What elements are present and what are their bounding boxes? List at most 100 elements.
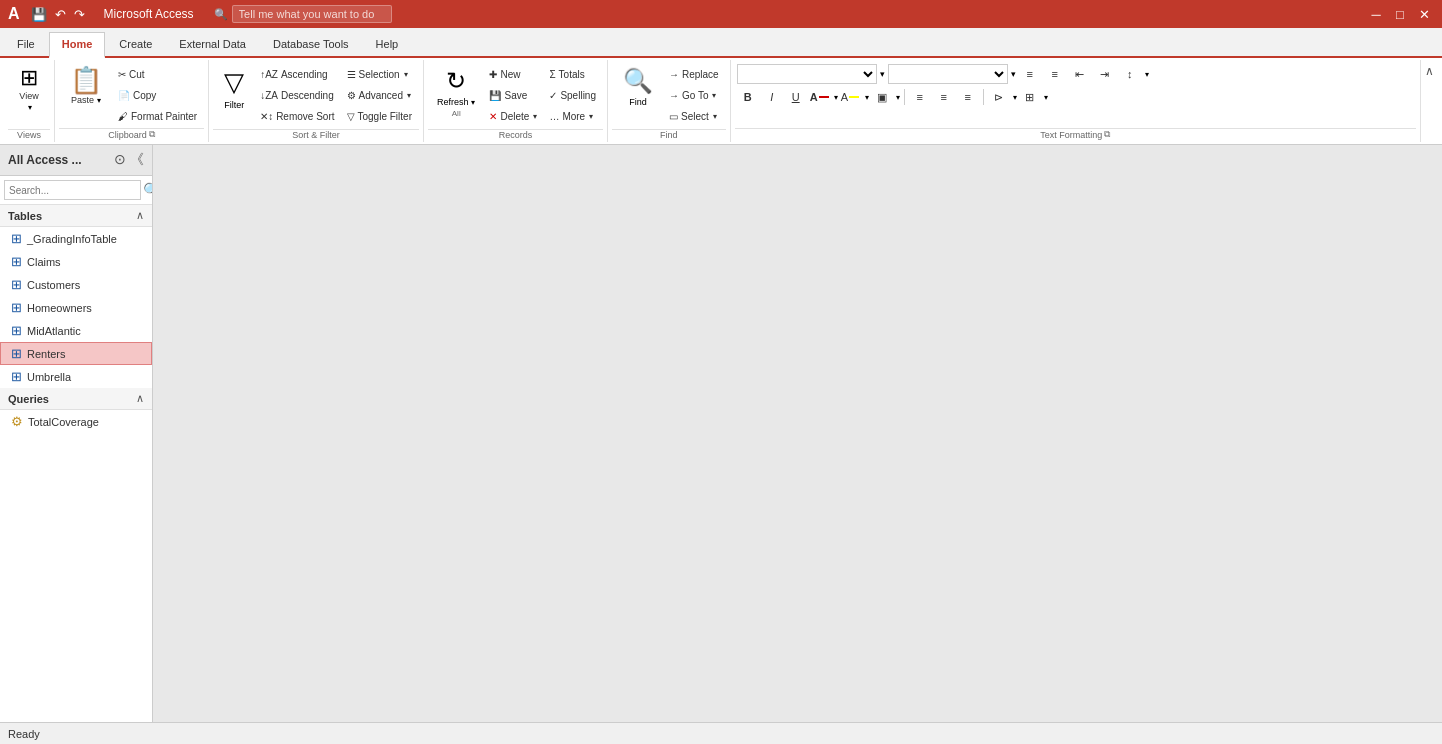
- nav-item-renters[interactable]: ⊞ Renters: [0, 342, 152, 365]
- nav-item-totalcoverage[interactable]: ⚙ TotalCoverage: [0, 410, 152, 433]
- align-right-button[interactable]: ≡: [957, 87, 979, 107]
- nav-item-umbrella[interactable]: ⊞ Umbrella: [0, 365, 152, 388]
- font-color-button[interactable]: A: [809, 87, 831, 107]
- toggle-filter-button[interactable]: ▽ Toggle Filter: [342, 106, 417, 126]
- highlight-button[interactable]: A: [840, 87, 862, 107]
- align-center-button[interactable]: ≡: [933, 87, 955, 107]
- nav-item-customers[interactable]: ⊞ Customers: [0, 273, 152, 296]
- underline-button[interactable]: U: [785, 87, 807, 107]
- nav-pane-title: All Access ...: [8, 153, 82, 167]
- queries-section-header[interactable]: Queries ∧: [0, 388, 152, 410]
- nav-item-midatlantic[interactable]: ⊞ MidAtlantic: [0, 319, 152, 342]
- tab-home[interactable]: Home: [49, 32, 106, 58]
- line-spacing-button[interactable]: ↕: [1119, 64, 1141, 84]
- new-record-button[interactable]: ✚ New: [484, 64, 542, 84]
- select-label: Select: [681, 111, 709, 122]
- background-color-button[interactable]: ▣: [871, 87, 893, 107]
- redo-quick-btn[interactable]: ↷: [71, 5, 88, 24]
- totals-button[interactable]: Σ Totals: [544, 64, 601, 84]
- tab-external-data[interactable]: External Data: [166, 32, 259, 56]
- minimize-button[interactable]: ─: [1366, 4, 1386, 24]
- advanced-button[interactable]: ⚙ Advanced ▾: [342, 85, 417, 105]
- tab-file[interactable]: File: [4, 32, 48, 56]
- ribbon-group-sort-filter: ▽ Filter ↑AZ Ascending ↓ZA Descending ✕↕…: [209, 60, 424, 142]
- maximize-button[interactable]: □: [1390, 4, 1410, 24]
- bold-button[interactable]: B: [737, 87, 759, 107]
- descending-button[interactable]: ↓ZA Descending: [255, 85, 339, 105]
- refresh-all-label: Refresh: [437, 97, 469, 107]
- filter-label: Filter: [224, 100, 244, 110]
- collapse-ribbon-button[interactable]: ∧: [1423, 62, 1436, 80]
- numbered-list-button[interactable]: ≡: [1044, 64, 1066, 84]
- title-bar-left: A 💾 ↶ ↷ Microsoft Access: [8, 5, 194, 24]
- spelling-button[interactable]: ✓ Spelling: [544, 85, 601, 105]
- delete-icon: ✕: [489, 111, 497, 122]
- toggle-filter-icon: ▽: [347, 111, 355, 122]
- find-label: Find: [629, 97, 647, 107]
- gridlines-button[interactable]: ⊞: [1019, 87, 1041, 107]
- queries-section-title: Queries: [8, 393, 49, 405]
- indent-text-button[interactable]: ⊳: [988, 87, 1010, 107]
- selection-button[interactable]: ☰ Selection ▾: [342, 64, 417, 84]
- ascending-button[interactable]: ↑AZ Ascending: [255, 64, 339, 84]
- copy-button[interactable]: 📄 Copy: [113, 85, 202, 105]
- table-icon-customers: ⊞: [11, 277, 22, 292]
- paste-dropdown-arrow: ▾: [97, 96, 101, 105]
- save-quick-btn[interactable]: 💾: [28, 5, 50, 24]
- text-formatting-expand-icon[interactable]: ⧉: [1104, 129, 1110, 140]
- nav-search-input[interactable]: [4, 180, 141, 200]
- indent-increase-button[interactable]: ⇥: [1094, 64, 1116, 84]
- table-icon-gradingtable: ⊞: [11, 231, 22, 246]
- ribbon-group-clipboard: 📋 Paste ▾ ✂ Cut 📄 Copy 🖌: [55, 60, 209, 142]
- tab-create[interactable]: Create: [106, 32, 165, 56]
- nav-collapse-button[interactable]: 《: [130, 151, 144, 169]
- clipboard-group-label: Clipboard ⧉: [59, 128, 204, 142]
- align-left-button[interactable]: ≡: [909, 87, 931, 107]
- nav-item-homeowners[interactable]: ⊞ Homeowners: [0, 296, 152, 319]
- paste-button[interactable]: 📋 Paste ▾: [61, 64, 111, 108]
- table-icon-umbrella: ⊞: [11, 369, 22, 384]
- delete-button[interactable]: ✕ Delete ▾: [484, 106, 542, 126]
- view-button[interactable]: ⊞ View ▾: [10, 64, 48, 115]
- refresh-all-button[interactable]: ↻ Refresh ▾ All: [430, 64, 483, 121]
- replace-button[interactable]: → Replace: [664, 64, 724, 84]
- copy-label: Copy: [133, 90, 156, 101]
- nav-search-button[interactable]: 🔍: [143, 182, 153, 198]
- nav-item-claims[interactable]: ⊞ Claims: [0, 250, 152, 273]
- indent-decrease-button[interactable]: ⇤: [1069, 64, 1091, 84]
- italic-button[interactable]: I: [761, 87, 783, 107]
- copy-icon: 📄: [118, 90, 130, 101]
- tell-me-input[interactable]: [232, 5, 392, 23]
- spelling-label: Spelling: [560, 90, 596, 101]
- undo-quick-btn[interactable]: ↶: [52, 5, 69, 24]
- ribbon-collapse-area: ∧: [1421, 60, 1438, 142]
- more-label: More: [562, 111, 585, 122]
- filter-icon: ▽: [224, 67, 244, 98]
- nav-configure-button[interactable]: ⊙: [114, 151, 126, 169]
- nav-item-gradingtable[interactable]: ⊞ _GradingInfoTable: [0, 227, 152, 250]
- bullet-list-button[interactable]: ≡: [1019, 64, 1041, 84]
- cut-button[interactable]: ✂ Cut: [113, 64, 202, 84]
- clipboard-expand-icon[interactable]: ⧉: [149, 129, 155, 140]
- go-to-button[interactable]: → Go To ▾: [664, 85, 724, 105]
- tell-me-search[interactable]: 🔍: [214, 5, 392, 23]
- more-button[interactable]: … More ▾: [544, 106, 601, 126]
- tab-database-tools[interactable]: Database Tools: [260, 32, 362, 56]
- font-name-select[interactable]: [737, 64, 877, 84]
- separator-2: [983, 89, 984, 105]
- tables-section-header[interactable]: Tables ∧: [0, 205, 152, 227]
- select-button[interactable]: ▭ Select ▾: [664, 106, 724, 126]
- filter-button[interactable]: ▽ Filter: [215, 64, 253, 113]
- tab-help[interactable]: Help: [363, 32, 412, 56]
- refresh-all-icon: ↻: [446, 67, 466, 95]
- paste-icon: 📋: [70, 67, 102, 93]
- quick-access-toolbar: 💾 ↶ ↷: [28, 5, 88, 24]
- save-record-button[interactable]: 💾 Save: [484, 85, 542, 105]
- format-painter-button[interactable]: 🖌 Format Painter: [113, 106, 202, 126]
- find-button[interactable]: 🔍 Find: [614, 64, 662, 110]
- remove-sort-button[interactable]: ✕↕ Remove Sort: [255, 106, 339, 126]
- font-size-select[interactable]: [888, 64, 1008, 84]
- close-button[interactable]: ✕: [1414, 4, 1434, 24]
- indent-dropdown-arrow: ▾: [1013, 93, 1017, 102]
- replace-label: Replace: [682, 69, 719, 80]
